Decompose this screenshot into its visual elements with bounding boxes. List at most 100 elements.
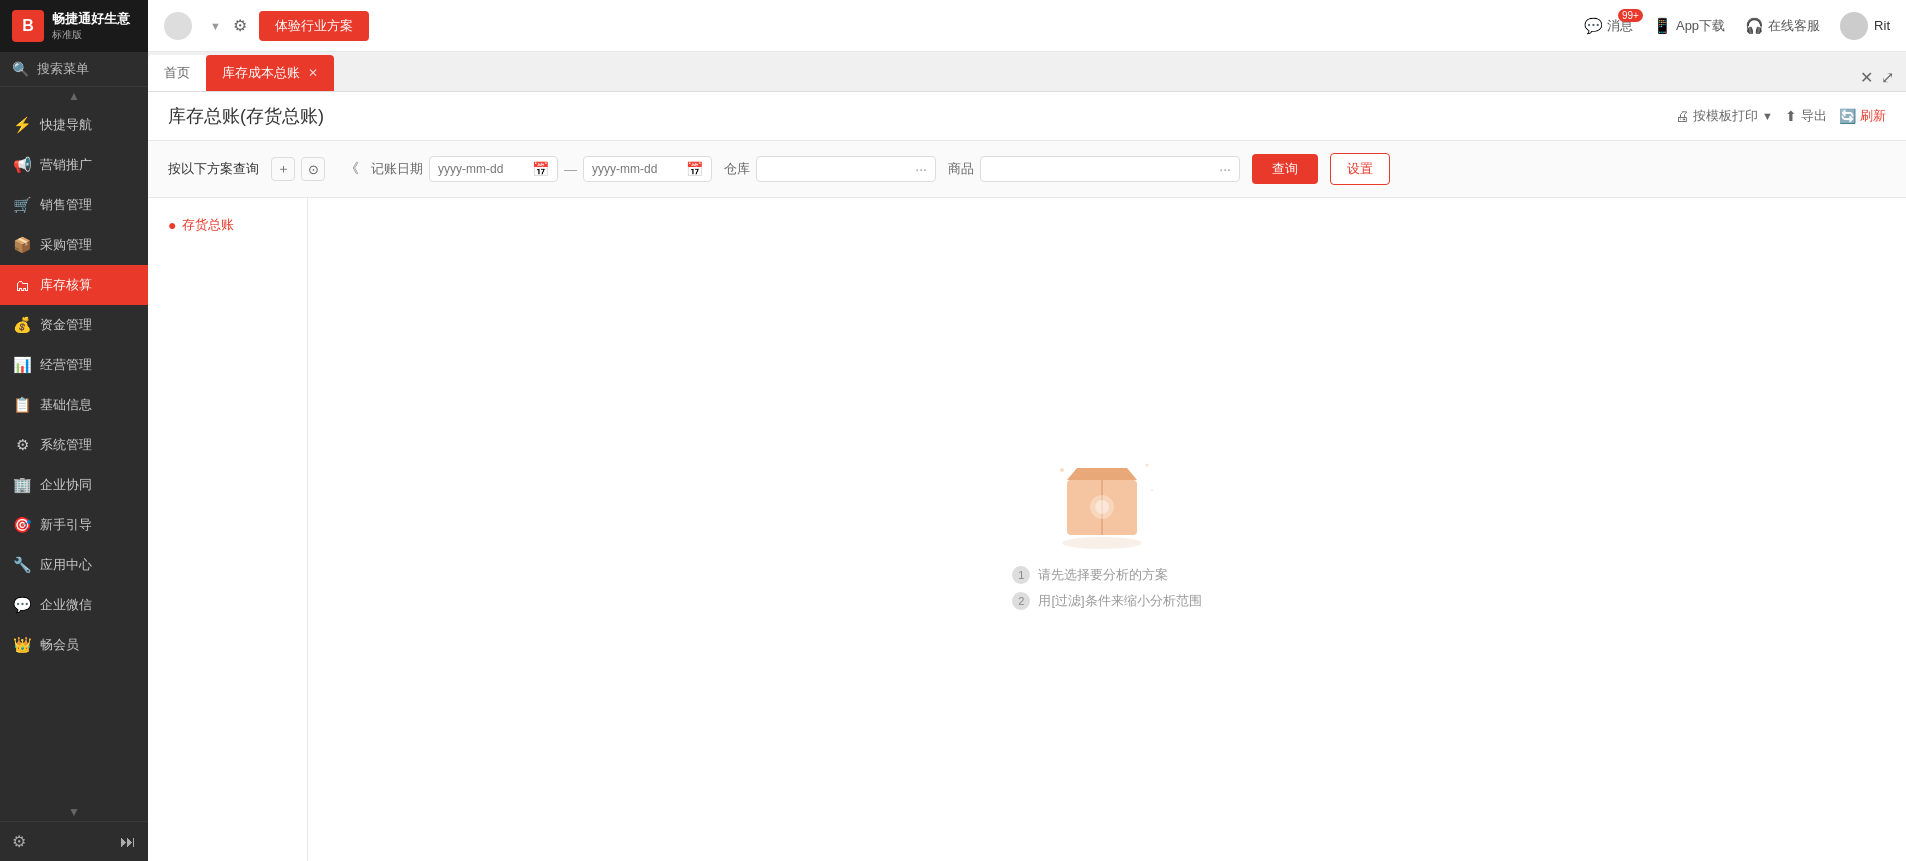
export-btn[interactable]: ⬆ 导出	[1785, 107, 1827, 125]
empty-illustration	[1047, 450, 1167, 550]
purchase-icon: 📦	[12, 236, 32, 254]
sidebar-item-purchase[interactable]: 📦 采购管理	[0, 225, 148, 265]
app-download-action[interactable]: 📱 App下载	[1653, 17, 1725, 35]
app-download-label: App下载	[1676, 17, 1725, 35]
finance-icon: 💰	[12, 316, 32, 334]
calendar-end-icon[interactable]: 📅	[686, 161, 703, 177]
page-title: 库存总账(存货总账)	[168, 104, 324, 128]
header-settings-icon[interactable]: ⚙	[233, 16, 247, 35]
filter-actions: ＋ ⊙	[271, 157, 325, 181]
date-end-input[interactable]: 📅	[583, 156, 712, 182]
tab-bar: 首页 库存成本总账 ✕ ✕ ⤢	[148, 52, 1906, 92]
collapse-filter-btn[interactable]: 《	[345, 160, 359, 178]
sidebar-item-label: 系统管理	[40, 436, 92, 454]
hint-number-1: 1	[1012, 566, 1030, 584]
sidebar-item-operations[interactable]: 📊 经营管理	[0, 345, 148, 385]
sidebar-item-newuser[interactable]: 🎯 新手引导	[0, 505, 148, 545]
marketing-icon: 📢	[12, 156, 32, 174]
export-icon: ⬆	[1785, 108, 1797, 124]
main-body: ● 存货总账	[148, 198, 1906, 861]
sidebar-item-member[interactable]: 👑 畅会员	[0, 625, 148, 665]
sidebar-search[interactable]: 🔍 搜索菜单	[0, 52, 148, 87]
product-label: 商品	[948, 160, 974, 178]
header-left: ▼ ⚙ 体验行业方案	[164, 11, 1584, 41]
empty-hints: 1 请先选择要分析的方案 2 用[过滤]条件来缩小分析范围	[1012, 566, 1201, 610]
settings-filter-btn[interactable]: ⊙	[301, 157, 325, 181]
sidebar-item-appstore[interactable]: 🔧 应用中心	[0, 545, 148, 585]
sidebar-item-marketing[interactable]: 📢 营销推广	[0, 145, 148, 185]
wecom-icon: 💬	[12, 596, 32, 614]
empty-hint-1: 1 请先选择要分析的方案	[1012, 566, 1201, 584]
sidebar: B 畅捷通好生意 标准版 🔍 搜索菜单 ▲ ⚡ 快捷导航 📢 营销推广 🛒 销售…	[0, 0, 148, 861]
date-start-input[interactable]: 📅	[429, 156, 558, 182]
date-start-field[interactable]	[438, 162, 528, 176]
sidebar-item-enterprise[interactable]: 🏢 企业协同	[0, 465, 148, 505]
sidebar-item-basic[interactable]: 📋 基础信息	[0, 385, 148, 425]
sidebar-item-system[interactable]: ⚙ 系统管理	[0, 425, 148, 465]
date-end-field[interactable]	[592, 162, 682, 176]
trial-button[interactable]: 体验行业方案	[259, 11, 369, 41]
scheme-item-inventory[interactable]: ● 存货总账	[160, 210, 295, 240]
date-separator: —	[564, 162, 577, 177]
appstore-icon: 🔧	[12, 556, 32, 574]
export-label: 导出	[1801, 107, 1827, 125]
tab-inventory-ledger[interactable]: 库存成本总账 ✕	[206, 55, 334, 91]
header-right: 💬 消息 99+ 📱 App下载 🎧 在线客服 Rit	[1584, 12, 1890, 40]
calendar-start-icon[interactable]: 📅	[532, 161, 549, 177]
message-action[interactable]: 💬 消息 99+	[1584, 17, 1633, 35]
tab-bar-right: ✕ ⤢	[1856, 64, 1906, 91]
add-filter-btn[interactable]: ＋	[271, 157, 295, 181]
sidebar-item-quick-nav[interactable]: ⚡ 快捷导航	[0, 105, 148, 145]
refresh-btn[interactable]: 🔄 刷新	[1839, 107, 1886, 125]
sidebar-item-inventory[interactable]: 🗂 库存核算	[0, 265, 148, 305]
online-service-action[interactable]: 🎧 在线客服	[1745, 17, 1820, 35]
empty-hint-2: 2 用[过滤]条件来缩小分析范围	[1012, 592, 1201, 610]
svg-point-4	[1095, 500, 1109, 514]
print-template-btn[interactable]: 🖨 按模板打印 ▼	[1675, 107, 1773, 125]
search-icon: 🔍	[12, 61, 29, 77]
quick-nav-icon: ⚡	[12, 116, 32, 134]
sidebar-scroll-up[interactable]: ▲	[0, 87, 148, 105]
sidebar-item-label: 新手引导	[40, 516, 92, 534]
empty-hint-1-text: 请先选择要分析的方案	[1038, 566, 1168, 584]
warehouse-label: 仓库	[724, 160, 750, 178]
header-avatar	[164, 12, 192, 40]
page-header: 库存总账(存货总账) 🖨 按模板打印 ▼ ⬆ 导出 🔄 刷新	[148, 92, 1906, 141]
hint-number-2: 2	[1012, 592, 1030, 610]
print-icon: 🖨	[1675, 108, 1689, 124]
resize-icon[interactable]: ⤢	[1877, 64, 1898, 91]
sidebar-item-label: 经营管理	[40, 356, 92, 374]
sidebar-item-label: 营销推广	[40, 156, 92, 174]
sidebar-nav: ⚡ 快捷导航 📢 营销推广 🛒 销售管理 📦 采购管理 🗂 库存核算 💰 资金管…	[0, 105, 148, 803]
settings-footer-icon[interactable]: ⚙	[12, 832, 26, 851]
sidebar-item-finance[interactable]: 💰 资金管理	[0, 305, 148, 345]
audio-footer-icon[interactable]: ⏭	[120, 833, 136, 851]
system-icon: ⚙	[12, 436, 32, 454]
sidebar-item-sales[interactable]: 🛒 销售管理	[0, 185, 148, 225]
settings-button[interactable]: 设置	[1330, 153, 1390, 185]
tab-home[interactable]: 首页	[148, 55, 206, 91]
sidebar-footer: ⚙ ⏭	[0, 821, 148, 861]
warehouse-selector[interactable]: ···	[756, 156, 936, 182]
date-filter-group: 记账日期 📅 — 📅	[371, 156, 712, 182]
sales-icon: 🛒	[12, 196, 32, 214]
svg-point-7	[1146, 463, 1149, 466]
app-brand: 畅捷通好生意	[52, 10, 130, 28]
sidebar-item-label: 企业协同	[40, 476, 92, 494]
page-container: 库存总账(存货总账) 🖨 按模板打印 ▼ ⬆ 导出 🔄 刷新	[148, 92, 1906, 861]
sidebar-item-wecom[interactable]: 💬 企业微信	[0, 585, 148, 625]
main-area: ▼ ⚙ 体验行业方案 💬 消息 99+ 📱 App下载 🎧 在线客服 Rit	[148, 0, 1906, 861]
svg-point-8	[1151, 489, 1153, 491]
product-selector[interactable]: ···	[980, 156, 1240, 182]
tab-inventory-ledger-label: 库存成本总账	[222, 64, 300, 82]
top-header: ▼ ⚙ 体验行业方案 💬 消息 99+ 📱 App下载 🎧 在线客服 Rit	[148, 0, 1906, 52]
product-more-icon: ···	[1219, 161, 1231, 177]
header-dropdown-icon[interactable]: ▼	[210, 20, 221, 32]
query-button[interactable]: 查询	[1252, 154, 1318, 184]
sidebar-scroll-down[interactable]: ▼	[0, 803, 148, 821]
tab-close-icon[interactable]: ✕	[308, 66, 318, 80]
inventory-icon: 🗂	[12, 277, 32, 294]
print-template-label: 按模板打印	[1693, 107, 1758, 125]
message-icon: 💬	[1584, 17, 1603, 35]
close-tab-button[interactable]: ✕	[1856, 64, 1877, 91]
